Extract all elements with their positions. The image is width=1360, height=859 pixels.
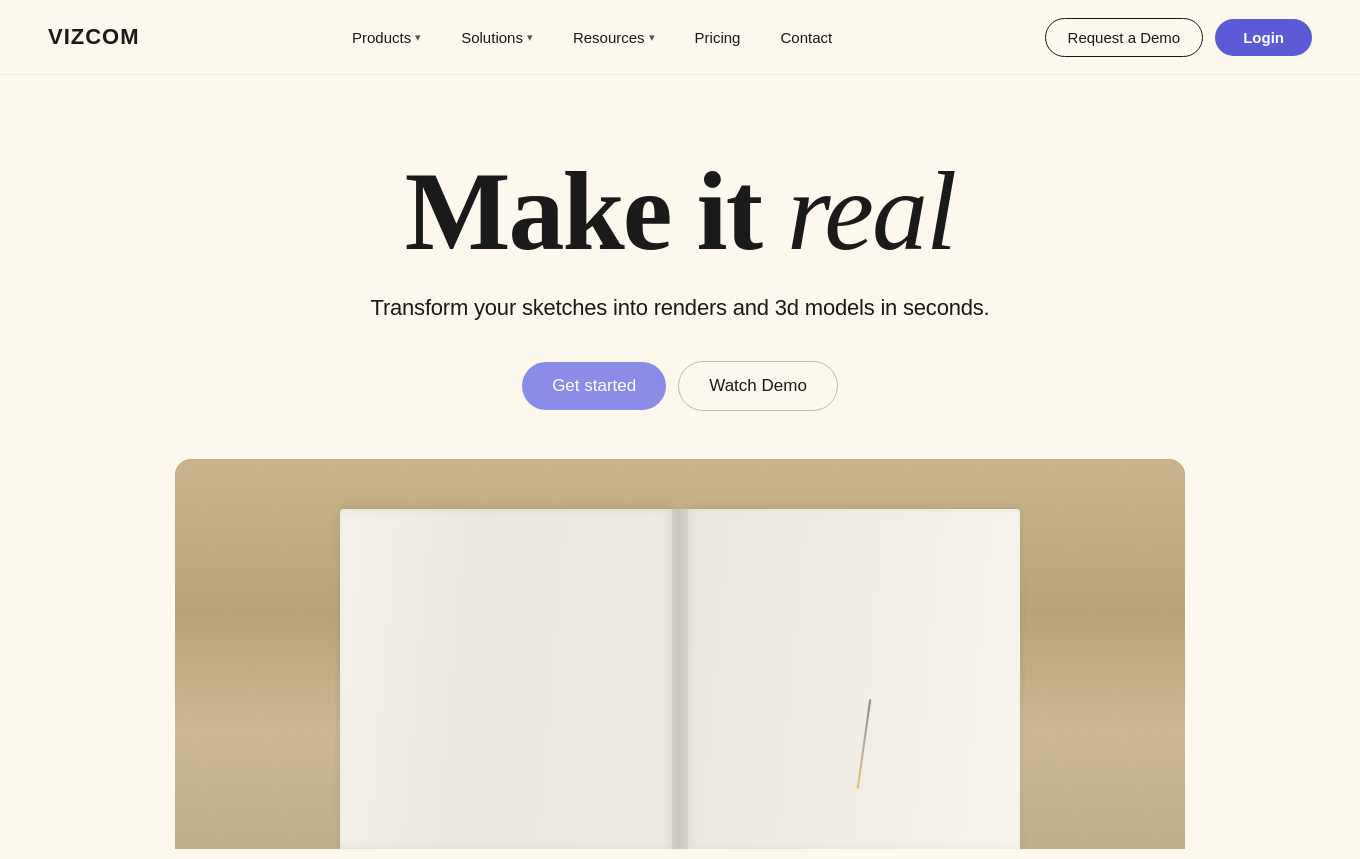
watch-demo-button[interactable]: Watch Demo [678,361,838,411]
main-nav: VIZCOM Products ▾ Solutions ▾ Resources … [0,0,1360,75]
notebook-spine [672,509,688,849]
nav-links: Products ▾ Solutions ▾ Resources ▾ Prici… [336,21,848,54]
hero-image [175,459,1185,849]
nav-label-pricing: Pricing [695,29,741,46]
chevron-down-icon: ▾ [527,31,533,44]
nav-label-products: Products [352,29,411,46]
notebook-scene [175,459,1185,849]
nav-label-resources: Resources [573,29,645,46]
hero-section: Make it real Transform your sketches int… [0,75,1360,849]
nav-item-contact[interactable]: Contact [764,21,848,54]
login-button[interactable]: Login [1215,19,1312,56]
nav-item-pricing[interactable]: Pricing [679,21,757,54]
nav-item-products[interactable]: Products ▾ [336,21,437,54]
hero-heading-part2: real [787,149,955,273]
notebook-right-page [688,509,1020,849]
hero-heading-part1: Make it [405,149,761,273]
nav-item-solutions[interactable]: Solutions ▾ [445,21,549,54]
nav-actions: Request a Demo Login [1045,18,1312,57]
chevron-down-icon: ▾ [415,31,421,44]
hero-heading: Make it real [405,155,955,267]
hero-buttons: Get started Watch Demo [522,361,838,411]
pencil [857,699,872,788]
notebook [340,509,1020,849]
request-demo-button[interactable]: Request a Demo [1045,18,1204,57]
chevron-down-icon: ▾ [649,31,655,44]
notebook-left-page [340,509,672,849]
nav-item-resources[interactable]: Resources ▾ [557,21,671,54]
nav-logo[interactable]: VIZCOM [48,24,140,50]
hero-subtitle: Transform your sketches into renders and… [371,295,990,321]
nav-label-solutions: Solutions [461,29,523,46]
get-started-button[interactable]: Get started [522,362,666,410]
nav-label-contact: Contact [780,29,832,46]
